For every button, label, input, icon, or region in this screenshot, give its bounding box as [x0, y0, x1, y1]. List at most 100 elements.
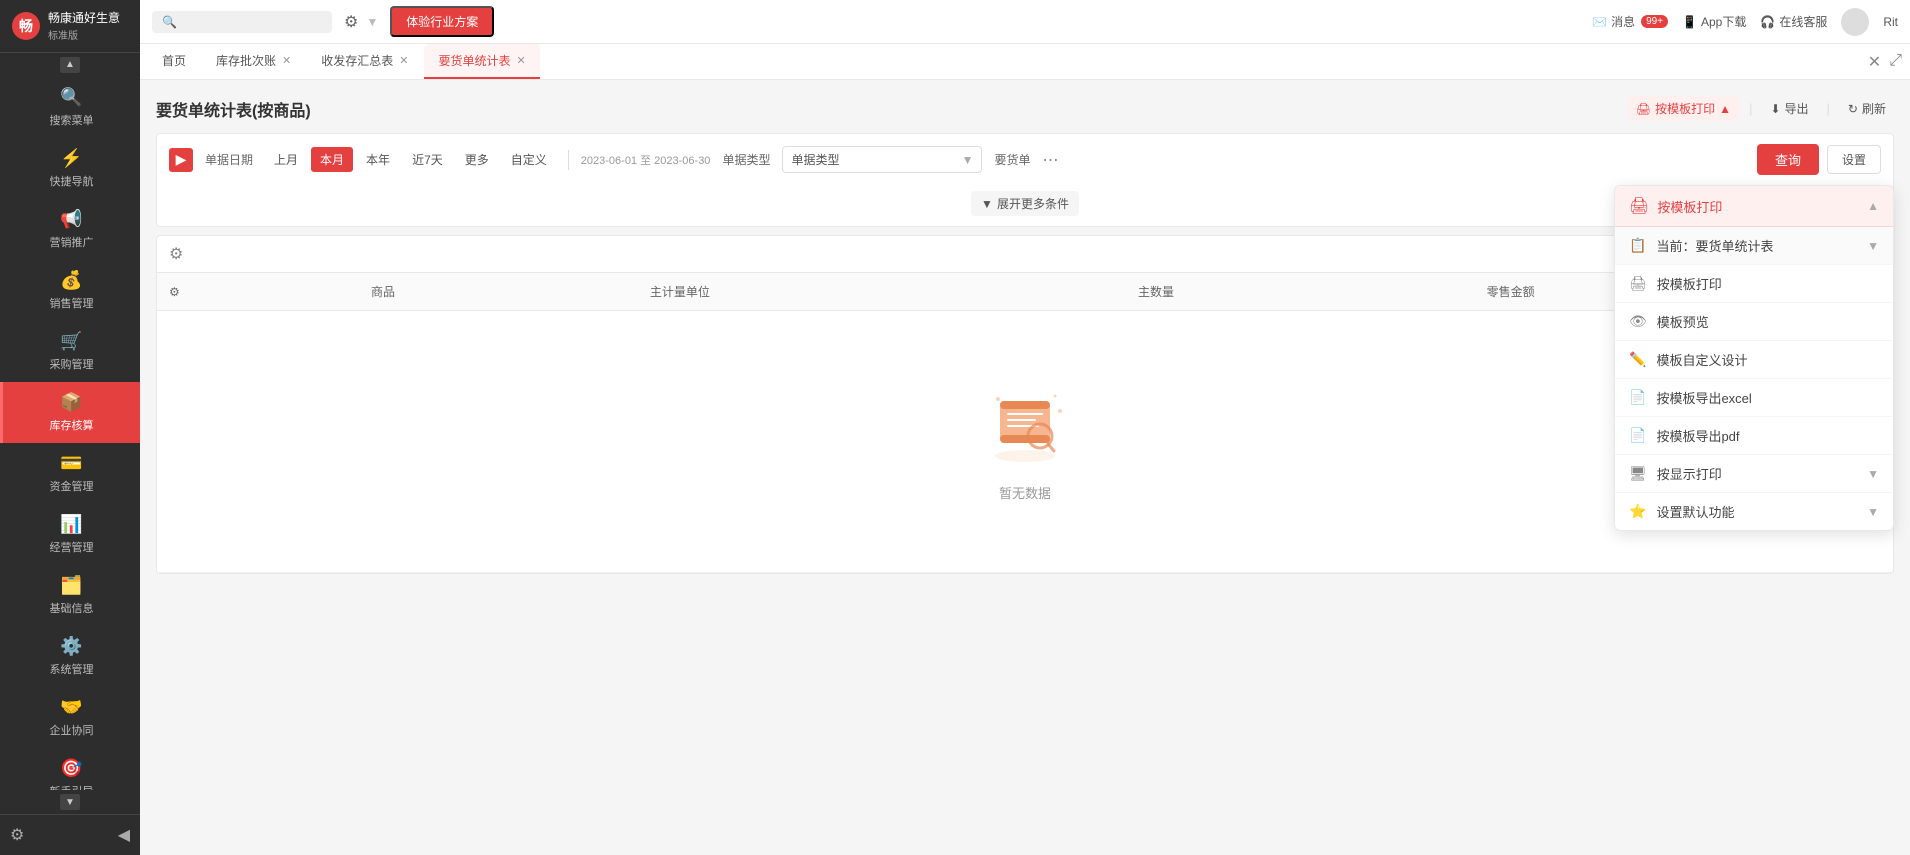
- sidebar-item-sales[interactable]: 💰 销售管理: [0, 260, 140, 321]
- dropdown-collapse-arrow[interactable]: ▲: [1867, 199, 1879, 213]
- date-filter-label: 单据日期: [205, 151, 253, 168]
- sidebar-item-system[interactable]: ⚙️ 系统管理: [0, 626, 140, 687]
- message-group[interactable]: ✉️ 消息 99+: [1592, 13, 1668, 30]
- dropdown-current-template[interactable]: 📋 当前：要货单统计表 ▼: [1615, 227, 1893, 265]
- sidebar-item-corp[interactable]: 🤝 企业协同: [0, 687, 140, 748]
- sidebar: 畅 畅康通好生意 标准版 ▲ 🔍 搜索菜单 ⚡ 快捷导航 📢 营销推广 💰 销售…: [0, 0, 140, 855]
- query-btn[interactable]: 查询: [1757, 144, 1819, 175]
- dropdown-item-display-print[interactable]: 🖥 按显示打印 ▼: [1615, 455, 1893, 493]
- sidebar-item-label-system: 系统管理: [50, 661, 94, 677]
- settings-gear-icon[interactable]: ⚙: [10, 825, 24, 845]
- date-btn-7days[interactable]: 近7天: [403, 147, 452, 172]
- filter-settings-btn[interactable]: 设置: [1827, 145, 1881, 174]
- dropdown-header-left: 🖨 按模板打印: [1629, 196, 1722, 216]
- sidebar-scroll-up[interactable]: ▲: [60, 57, 80, 73]
- sidebar-item-operation[interactable]: 📊 经营管理: [0, 504, 140, 565]
- sidebar-item-inventory[interactable]: 📦 库存核算: [0, 382, 140, 443]
- filter-expand-toggle[interactable]: ▶: [169, 148, 193, 172]
- window-maximize-btn[interactable]: ⤢: [1889, 52, 1902, 72]
- date-btn-this-month[interactable]: 本月: [311, 147, 353, 172]
- tab-order-summary-close[interactable]: ✕: [517, 54, 526, 67]
- sidebar-item-search[interactable]: 🔍 搜索菜单: [0, 77, 140, 138]
- tab-receipt-summary[interactable]: 收发存汇总表 ✕: [307, 44, 422, 79]
- col-quantity: 主数量: [1126, 273, 1475, 311]
- template-preview-icon: 👁: [1629, 313, 1647, 330]
- sidebar-expand-icon[interactable]: ◀: [118, 825, 130, 845]
- filter-divider-1: [568, 150, 569, 170]
- message-badge: 99+: [1641, 15, 1668, 28]
- tab-receipt-summary-close[interactable]: ✕: [399, 54, 408, 67]
- dropdown-item-export-pdf[interactable]: 📄 按模板导出pdf: [1615, 417, 1893, 455]
- main-area: 🔍 ⚙ ▼ 体验行业方案 ✉️ 消息 99+ 📱 App下载 🎧 在线客服 Ri…: [140, 0, 1910, 855]
- tab-batch-account-label: 库存批次账: [216, 52, 276, 69]
- logo-text-group: 畅康通好生意 标准版: [48, 10, 120, 42]
- expand-more-btn[interactable]: ▼ 展开更多条件: [971, 191, 1079, 216]
- date-btn-last-month[interactable]: 上月: [265, 147, 307, 172]
- refresh-icon: ↻: [1848, 102, 1858, 116]
- sidebar-scroll-down[interactable]: ▼: [60, 794, 80, 810]
- dropdown-item-template-preview[interactable]: 👁 模板预览: [1615, 303, 1893, 341]
- date-btns: 上月 本月 本年 近7天 更多 自定义: [265, 147, 556, 172]
- print-template-arrow: ▲: [1719, 102, 1731, 116]
- online-service-group[interactable]: 🎧 在线客服: [1760, 13, 1827, 30]
- date-range-display: 2023-06-01 至 2023-06-30: [581, 152, 711, 168]
- refresh-label: 刷新: [1862, 100, 1886, 117]
- export-btn[interactable]: ⬇ 导出: [1762, 96, 1816, 121]
- table-settings-icon[interactable]: ⚙: [169, 244, 183, 264]
- expand-icon: ▼: [981, 197, 993, 211]
- tab-batch-account-close[interactable]: ✕: [282, 54, 291, 67]
- user-avatar[interactable]: [1841, 8, 1869, 36]
- app-download-group[interactable]: 📱 App下载: [1682, 13, 1746, 30]
- dropdown-item-label-display-print: 按显示打印: [1657, 464, 1722, 483]
- page-header: 要货单统计表(按商品) 🖨 按模板打印 ▲ | ⬇ 导出 | ↻ 刷新: [156, 96, 1894, 121]
- sidebar-item-label-sales: 销售管理: [50, 295, 94, 311]
- topbar-search-bar[interactable]: 🔍: [152, 11, 332, 33]
- tab-batch-account[interactable]: 库存批次账 ✕: [202, 44, 305, 79]
- dropdown-item-template-design[interactable]: ✏️ 模板自定义设计: [1615, 341, 1893, 379]
- print-template-label: 按模板打印: [1655, 100, 1715, 117]
- refresh-btn[interactable]: ↻ 刷新: [1840, 96, 1894, 121]
- sidebar-item-guide[interactable]: 🎯 新手引导: [0, 748, 140, 790]
- search-nav-icon: 🔍: [60, 87, 82, 108]
- dropdown-item-export-excel[interactable]: 📄 按模板导出excel: [1615, 379, 1893, 417]
- sidebar-item-finance[interactable]: 💳 资金管理: [0, 443, 140, 504]
- finance-icon: 💳: [60, 453, 82, 474]
- print-template-btn[interactable]: 🖨 按模板打印 ▲: [1628, 96, 1739, 121]
- dropdown-item-label-print: 按模板打印: [1657, 274, 1722, 293]
- sidebar-item-quick-nav[interactable]: ⚡ 快捷导航: [0, 138, 140, 199]
- set-default-icon: ⭐: [1629, 503, 1646, 520]
- display-print-arrow: ▼: [1867, 467, 1879, 481]
- more-options-icon[interactable]: ⋯: [1042, 150, 1058, 170]
- dropdown-header-controls: ▲: [1867, 199, 1879, 213]
- sidebar-item-label-search: 搜索菜单: [50, 112, 94, 128]
- dropdown-item-template-print[interactable]: 🖨 按模板打印: [1615, 265, 1893, 303]
- logo-name: 畅康通好生意: [48, 10, 120, 27]
- topbar-search-icon: 🔍: [162, 15, 177, 29]
- date-btn-custom[interactable]: 自定义: [502, 147, 556, 172]
- trial-btn[interactable]: 体验行业方案: [390, 6, 494, 37]
- sidebar-item-purchase[interactable]: 🛒 采购管理: [0, 321, 140, 382]
- sidebar-item-label-corp: 企业协同: [50, 722, 94, 738]
- username-label[interactable]: Rit: [1883, 15, 1898, 29]
- export-icon: ⬇: [1770, 102, 1780, 116]
- dropdown-item-set-default[interactable]: ⭐ 设置默认功能 ▼: [1615, 493, 1893, 530]
- window-controls: ✕ ⤢: [1868, 52, 1902, 72]
- date-btn-more[interactable]: 更多: [456, 147, 498, 172]
- col-unit: 主计量单位: [638, 273, 1126, 311]
- window-close-btn[interactable]: ✕: [1868, 52, 1881, 72]
- col-settings[interactable]: ⚙: [157, 273, 359, 311]
- dropdown-arrow-topbar[interactable]: ▼: [366, 15, 378, 29]
- date-btn-this-year[interactable]: 本年: [357, 147, 399, 172]
- sidebar-item-basic[interactable]: 🗂️ 基础信息: [0, 565, 140, 626]
- export-pdf-icon: 📄: [1629, 427, 1646, 444]
- print-template-dropdown: 🖨 按模板打印 ▲ 📋 当前：要货单统计表 ▼ 🖨 按模板打印 👁: [1614, 185, 1894, 531]
- sidebar-item-marketing[interactable]: 📢 营销推广: [0, 199, 140, 260]
- topbar-gear-icon[interactable]: ⚙: [344, 12, 358, 32]
- tab-home-label: 首页: [162, 52, 186, 69]
- tab-order-summary[interactable]: 要货单统计表 ✕: [424, 44, 539, 79]
- order-type-dropdown-icon: ▼: [962, 153, 974, 167]
- corp-icon: 🤝: [60, 697, 82, 718]
- order-type-select[interactable]: 单据类型 ▼: [782, 146, 982, 173]
- app-download-label: App下载: [1701, 13, 1746, 30]
- tab-home[interactable]: 首页: [148, 44, 200, 79]
